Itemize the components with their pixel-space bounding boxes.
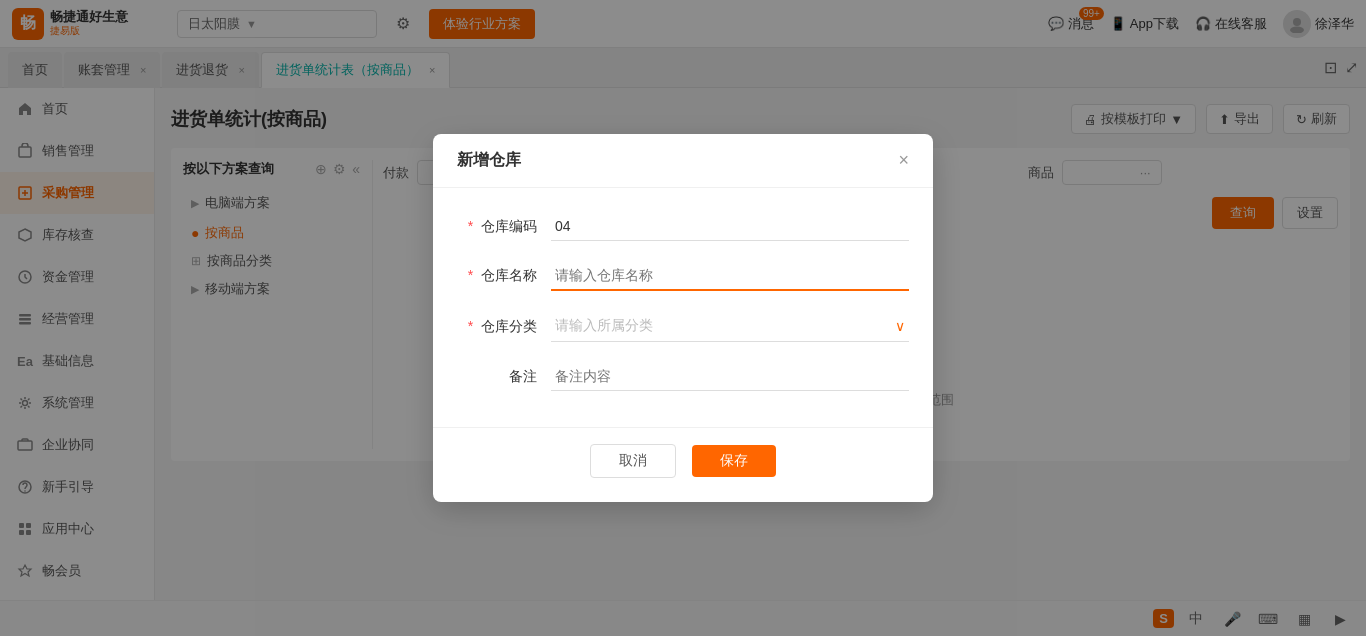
- name-label: * 仓库名称: [457, 267, 537, 285]
- warehouse-name-input[interactable]: [551, 261, 909, 291]
- chevron-down-icon: ∨: [895, 318, 905, 334]
- category-label: * 仓库分类: [457, 318, 537, 336]
- cancel-button[interactable]: 取消: [590, 444, 676, 478]
- modal-new-warehouse: 新增仓库 × * 仓库编码 * 仓库名称: [433, 134, 933, 502]
- remark-label: 备注: [457, 368, 537, 386]
- form-row-name: * 仓库名称: [457, 261, 909, 291]
- modal-title: 新增仓库: [457, 150, 521, 171]
- code-label: * 仓库编码: [457, 218, 537, 236]
- save-button[interactable]: 保存: [692, 445, 776, 477]
- modal-overlay[interactable]: 新增仓库 × * 仓库编码 * 仓库名称: [0, 0, 1366, 636]
- modal-footer: 取消 保存: [433, 427, 933, 502]
- form-row-category: * 仓库分类 请输入所属分类 ∨: [457, 311, 909, 342]
- form-row-code: * 仓库编码: [457, 212, 909, 241]
- modal-header: 新增仓库 ×: [433, 134, 933, 188]
- modal-close-button[interactable]: ×: [898, 150, 909, 171]
- modal-body: * 仓库编码 * 仓库名称 * 仓库分类 请输入所属: [433, 188, 933, 427]
- warehouse-code-input[interactable]: [551, 212, 909, 241]
- form-row-remark: 备注: [457, 362, 909, 391]
- warehouse-category-select[interactable]: 请输入所属分类 ∨: [551, 311, 909, 342]
- warehouse-remark-input[interactable]: [551, 362, 909, 391]
- category-placeholder: 请输入所属分类: [555, 317, 653, 335]
